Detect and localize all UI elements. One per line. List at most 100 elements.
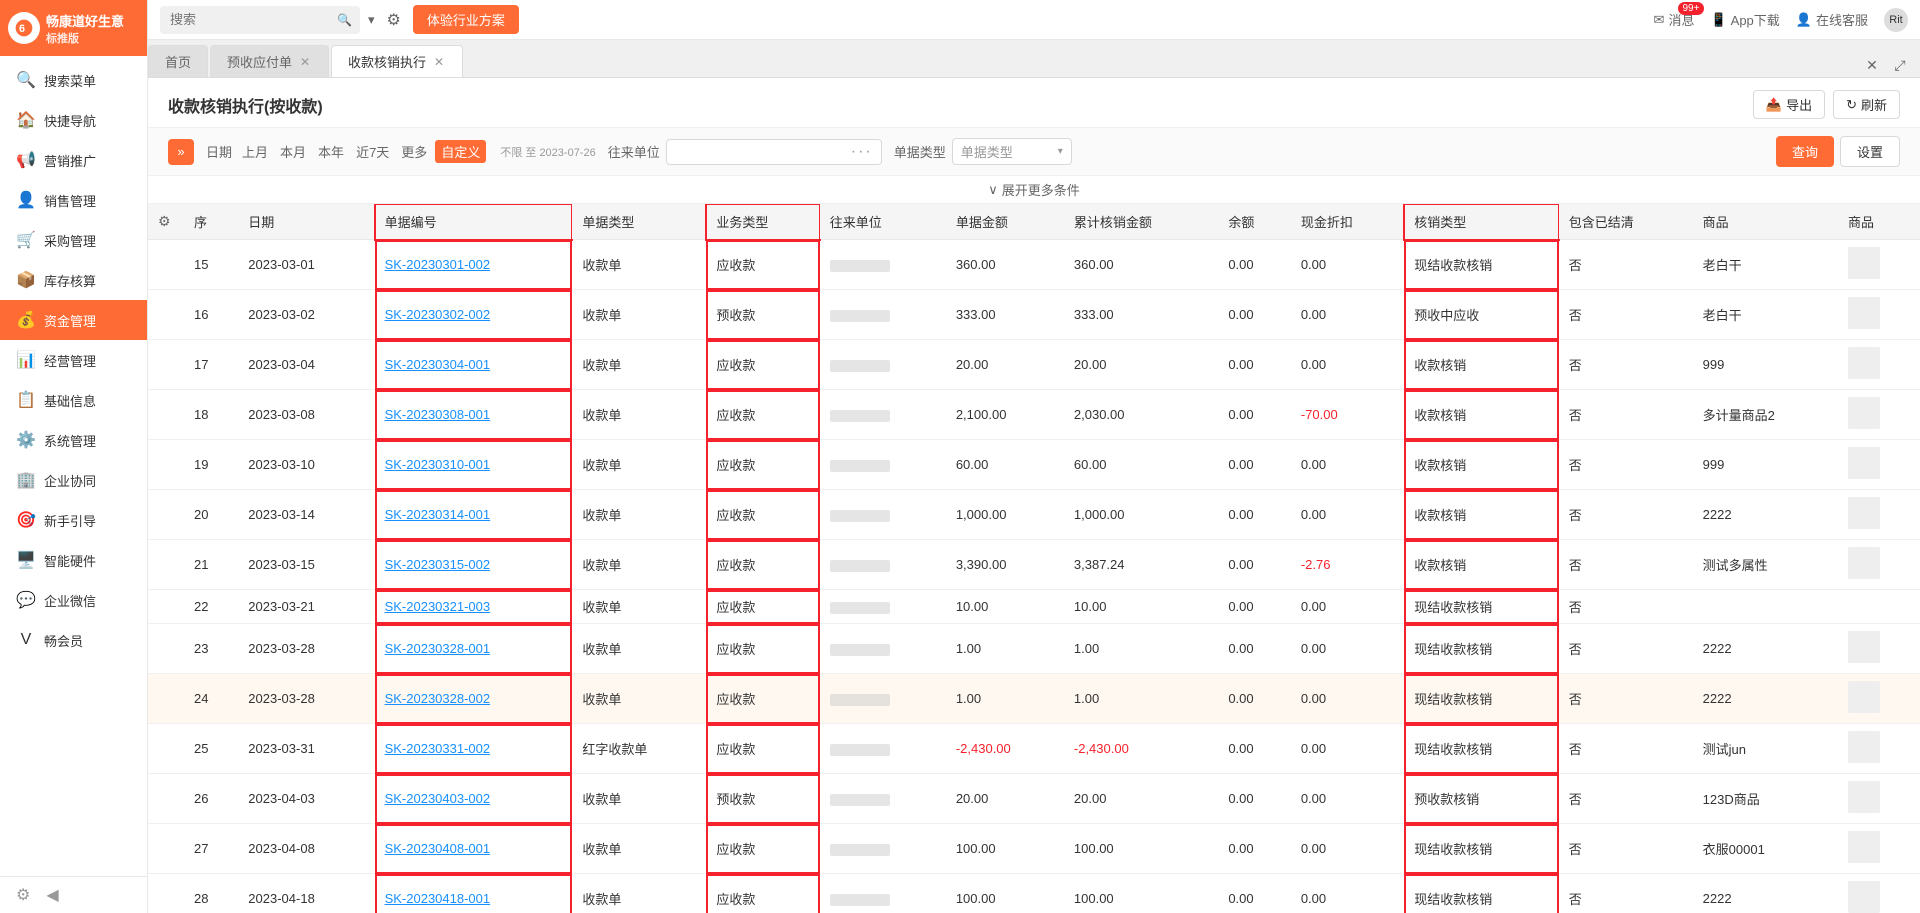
doctype-select[interactable]: 单据类型 ▾ [952, 138, 1072, 165]
th-bill-no: 单据编号 [375, 204, 573, 240]
cell-amount-10: -2,430.00 [946, 724, 1064, 774]
cell-bill-no-13[interactable]: SK-20230418-001 [375, 874, 573, 913]
cell-bill-no-0[interactable]: SK-20230301-002 [375, 240, 573, 290]
cell-goods2-6 [1838, 540, 1920, 590]
tab-close-all-icon[interactable]: ✕ [1860, 53, 1884, 77]
quick-icon: 🏠 [16, 110, 36, 130]
sidebar-label-sales: 销售管理 [44, 191, 96, 210]
refresh-btn[interactable]: ↻ 刷新 [1833, 90, 1900, 119]
sidebar-nav: 🔍 搜索菜单 🏠 快捷导航 📢 营销推广 👤 销售管理 🛒 采购管理 📦 库存核… [0, 56, 147, 876]
app-download-btn[interactable]: 📱 App下载 [1710, 10, 1779, 29]
cell-bill-no-6[interactable]: SK-20230315-002 [375, 540, 573, 590]
query-btn[interactable]: 查询 [1776, 136, 1834, 167]
th-bill-type: 单据类型 [572, 204, 706, 240]
sidebar-item-wechat[interactable]: 💬 企业微信 [0, 580, 147, 620]
cell-bill-no-9[interactable]: SK-20230328-002 [375, 674, 573, 724]
cell-no-11: 26 [184, 774, 238, 824]
cell-bill-no-8[interactable]: SK-20230328-001 [375, 624, 573, 674]
cell-no-5: 20 [184, 490, 238, 540]
date-custom[interactable]: 自定义 [435, 140, 486, 163]
date-this-year[interactable]: 本年 [314, 140, 348, 163]
tab-home[interactable]: 首页 [148, 45, 208, 77]
cell-date-1: 2023-03-02 [238, 290, 374, 340]
tab-prepay[interactable]: 预收应付单 ✕ [210, 45, 329, 77]
topbar-gear-icon[interactable]: ⚙ [383, 6, 405, 34]
tab-receivable[interactable]: 收款核销执行 ✕ [331, 45, 463, 77]
cell-partner-5 [820, 490, 946, 540]
settings-icon[interactable]: ⚙ [16, 885, 30, 905]
date-last-month[interactable]: 上月 [238, 140, 272, 163]
sidebar-item-search[interactable]: 🔍 搜索菜单 [0, 60, 147, 100]
search-input[interactable] [160, 6, 360, 34]
sidebar-item-basic[interactable]: 📋 基础信息 [0, 380, 147, 420]
sidebar-item-system[interactable]: ⚙️ 系统管理 [0, 420, 147, 460]
cell-bill-no-1[interactable]: SK-20230302-002 [375, 290, 573, 340]
sidebar-item-sales[interactable]: 👤 销售管理 [0, 180, 147, 220]
cell-cum-cancel-8: 1.00 [1064, 624, 1218, 674]
export-btn[interactable]: 📤 导出 [1753, 90, 1825, 119]
tabs-bar: 首页 预收应付单 ✕ 收款核销执行 ✕ ✕ ⤢ [148, 40, 1920, 78]
settings-filter-btn[interactable]: 设置 [1840, 136, 1900, 167]
svg-text:6: 6 [19, 23, 25, 35]
cell-bill-no-5[interactable]: SK-20230314-001 [375, 490, 573, 540]
sidebar-item-finance[interactable]: 💰 资金管理 [0, 300, 147, 340]
cell-date-9: 2023-03-28 [238, 674, 374, 724]
sidebar-label-inventory: 库存核算 [44, 271, 96, 290]
cell-partner-9 [820, 674, 946, 724]
tab-receivable-close[interactable]: ✕ [432, 55, 446, 69]
cell-bill-type-6: 收款单 [572, 540, 706, 590]
cell-bill-no-10[interactable]: SK-20230331-002 [375, 724, 573, 774]
cell-goods2-1 [1838, 290, 1920, 340]
column-settings-icon[interactable]: ⚙ [158, 213, 171, 229]
sidebar-item-marketing[interactable]: 📢 营销推广 [0, 140, 147, 180]
sidebar-item-inventory[interactable]: 📦 库存核算 [0, 260, 147, 300]
sidebar-item-hardware[interactable]: 🖥️ 智能硬件 [0, 540, 147, 580]
user-avatar[interactable]: Rit [1884, 8, 1908, 32]
cell-cancel-type-0: 现结收款核销 [1404, 240, 1558, 290]
date-options: 上月 本月 本年 近7天 更多 自定义 [238, 140, 486, 163]
date-more[interactable]: 更多 [397, 140, 431, 163]
date-this-month[interactable]: 本月 [276, 140, 310, 163]
cell-partner-8 [820, 624, 946, 674]
cell-date-13: 2023-04-18 [238, 874, 374, 913]
partner-input[interactable] [675, 144, 851, 159]
online-service-btn[interactable]: 👤 在线客服 [1796, 10, 1868, 29]
cell-gear-6 [148, 540, 184, 590]
cell-bill-no-7[interactable]: SK-20230321-003 [375, 590, 573, 624]
cell-balance-5: 0.00 [1218, 490, 1291, 540]
cell-bill-no-4[interactable]: SK-20230310-001 [375, 440, 573, 490]
industry-btn[interactable]: 体验行业方案 [413, 5, 519, 34]
partner-dots[interactable]: ··· [851, 143, 873, 161]
doctype-label: 单据类型 [894, 142, 946, 161]
tab-expand-icon[interactable]: ⤢ [1888, 53, 1912, 77]
topbar-dropdown[interactable]: ▾ [368, 12, 375, 28]
cell-bill-no-2[interactable]: SK-20230304-001 [375, 340, 573, 390]
message-btn[interactable]: ✉ 消息 99+ [1654, 10, 1695, 29]
cell-bill-no-3[interactable]: SK-20230308-001 [375, 390, 573, 440]
sidebar-item-guide[interactable]: 🎯 新手引导 [0, 500, 147, 540]
sidebar-item-operation[interactable]: 📊 经营管理 [0, 340, 147, 380]
expand-more-btn[interactable]: ∨ 展开更多条件 [988, 180, 1080, 199]
cell-balance-11: 0.00 [1218, 774, 1291, 824]
table-row: 27 2023-04-08 SK-20230408-001 收款单 应收款 10… [148, 824, 1920, 874]
cell-no-7: 22 [184, 590, 238, 624]
cell-bill-type-4: 收款单 [572, 440, 706, 490]
sidebar-item-enterprise[interactable]: 🏢 企业协同 [0, 460, 147, 500]
sidebar-item-quick[interactable]: 🏠 快捷导航 [0, 100, 147, 140]
cell-bill-no-11[interactable]: SK-20230403-002 [375, 774, 573, 824]
cell-biz-type-13: 应收款 [706, 874, 819, 913]
cell-date-6: 2023-03-15 [238, 540, 374, 590]
cell-goods2-13 [1838, 874, 1920, 913]
cell-cash-discount-6: -2.76 [1291, 540, 1404, 590]
th-gear[interactable]: ⚙ [148, 204, 184, 240]
tab-prepay-close[interactable]: ✕ [298, 55, 312, 69]
sidebar-item-member[interactable]: V 畅会员 [0, 620, 147, 660]
operation-icon: 📊 [16, 350, 36, 370]
cell-bill-type-9: 收款单 [572, 674, 706, 724]
cell-bill-no-12[interactable]: SK-20230408-001 [375, 824, 573, 874]
collapse-icon[interactable]: ◀ [46, 885, 58, 905]
date-7days[interactable]: 近7天 [352, 140, 393, 163]
cell-biz-type-2: 应收款 [706, 340, 819, 390]
filter-toggle-btn[interactable]: » [168, 139, 194, 165]
sidebar-item-purchase[interactable]: 🛒 采购管理 [0, 220, 147, 260]
